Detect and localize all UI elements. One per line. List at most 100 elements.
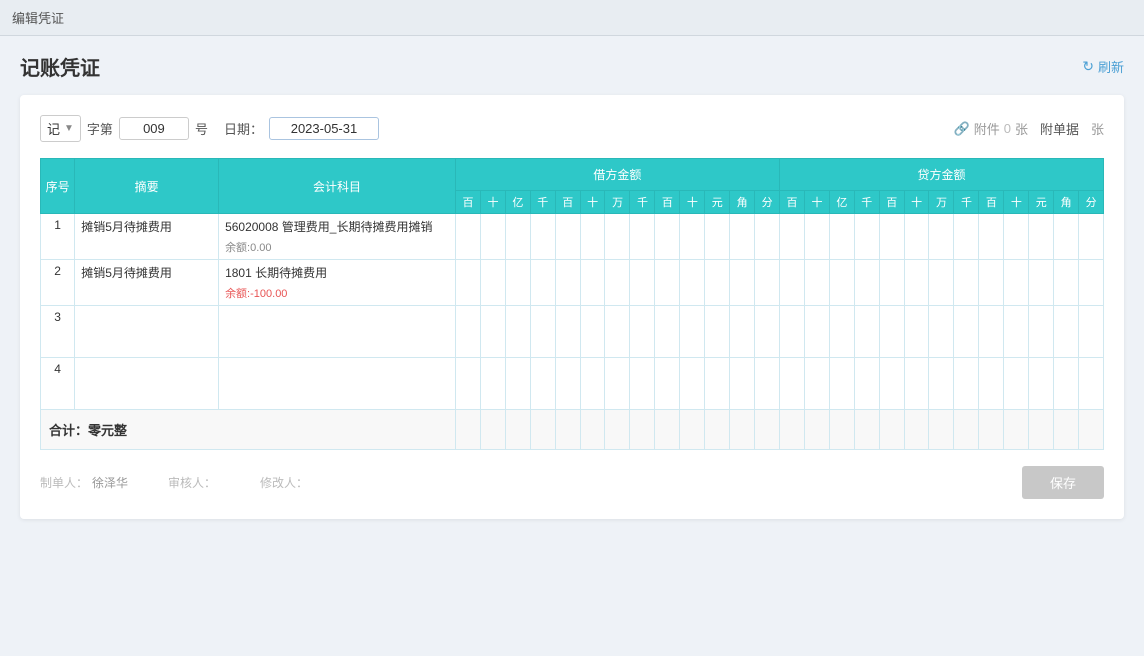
credit-digit-cell[interactable] xyxy=(1004,358,1029,410)
debit-digit-cell[interactable] xyxy=(555,260,580,306)
debit-digit-cell[interactable] xyxy=(680,358,705,410)
summary-cell[interactable] xyxy=(75,306,219,358)
debit-digit-cell[interactable] xyxy=(455,260,480,306)
debit-digit-cell[interactable] xyxy=(605,358,630,410)
debit-digit-cell[interactable] xyxy=(580,214,605,260)
credit-digit-cell[interactable] xyxy=(1054,260,1079,306)
credit-digit-cell[interactable] xyxy=(954,358,979,410)
debit-digit-cell[interactable] xyxy=(480,306,505,358)
credit-digit-cell[interactable] xyxy=(954,214,979,260)
debit-digit-cell[interactable] xyxy=(730,260,755,306)
attachment-link[interactable]: 🔗 附件 0 张 xyxy=(954,119,1028,138)
debit-digit-cell[interactable] xyxy=(754,306,779,358)
voucher-number-input[interactable] xyxy=(119,117,189,140)
credit-digit-cell[interactable] xyxy=(879,306,904,358)
debit-digit-cell[interactable] xyxy=(705,260,730,306)
debit-digit-cell[interactable] xyxy=(605,260,630,306)
voucher-type-select[interactable]: 记 ▼ xyxy=(40,115,81,142)
debit-digit-cell[interactable] xyxy=(605,214,630,260)
credit-digit-cell[interactable] xyxy=(1029,358,1054,410)
refresh-button[interactable]: ↻ 刷新 xyxy=(1082,57,1124,76)
credit-digit-cell[interactable] xyxy=(804,214,829,260)
debit-digit-cell[interactable] xyxy=(655,260,680,306)
credit-digit-cell[interactable] xyxy=(879,260,904,306)
credit-digit-cell[interactable] xyxy=(979,358,1004,410)
credit-digit-cell[interactable] xyxy=(854,214,879,260)
debit-digit-cell[interactable] xyxy=(705,306,730,358)
credit-digit-cell[interactable] xyxy=(929,358,954,410)
debit-digit-cell[interactable] xyxy=(605,306,630,358)
debit-digit-cell[interactable] xyxy=(754,358,779,410)
debit-digit-cell[interactable] xyxy=(480,358,505,410)
debit-digit-cell[interactable] xyxy=(730,306,755,358)
credit-digit-cell[interactable] xyxy=(879,214,904,260)
debit-digit-cell[interactable] xyxy=(555,214,580,260)
credit-digit-cell[interactable] xyxy=(904,260,929,306)
credit-digit-cell[interactable] xyxy=(979,260,1004,306)
credit-digit-cell[interactable] xyxy=(1004,214,1029,260)
credit-digit-cell[interactable] xyxy=(1078,306,1103,358)
debit-digit-cell[interactable] xyxy=(655,214,680,260)
debit-digit-cell[interactable] xyxy=(580,306,605,358)
debit-digit-cell[interactable] xyxy=(754,214,779,260)
credit-digit-cell[interactable] xyxy=(1078,358,1103,410)
debit-digit-cell[interactable] xyxy=(455,358,480,410)
credit-digit-cell[interactable] xyxy=(1004,306,1029,358)
credit-digit-cell[interactable] xyxy=(779,260,804,306)
credit-digit-cell[interactable] xyxy=(1004,260,1029,306)
account-cell[interactable]: 56020008 管理费用_长期待摊费用摊销余额:0.00 xyxy=(219,214,456,260)
credit-digit-cell[interactable] xyxy=(1029,306,1054,358)
debit-digit-cell[interactable] xyxy=(505,306,530,358)
debit-digit-cell[interactable] xyxy=(630,306,655,358)
debit-digit-cell[interactable] xyxy=(480,260,505,306)
credit-digit-cell[interactable] xyxy=(904,358,929,410)
credit-digit-cell[interactable] xyxy=(804,306,829,358)
summary-cell[interactable]: 摊销5月待摊费用 xyxy=(75,214,219,260)
credit-digit-cell[interactable] xyxy=(1029,260,1054,306)
credit-digit-cell[interactable] xyxy=(1078,214,1103,260)
credit-digit-cell[interactable] xyxy=(804,260,829,306)
debit-digit-cell[interactable] xyxy=(680,214,705,260)
debit-digit-cell[interactable] xyxy=(730,214,755,260)
credit-digit-cell[interactable] xyxy=(779,214,804,260)
debit-digit-cell[interactable] xyxy=(630,214,655,260)
debit-digit-cell[interactable] xyxy=(505,214,530,260)
debit-digit-cell[interactable] xyxy=(705,214,730,260)
debit-digit-cell[interactable] xyxy=(505,358,530,410)
summary-cell[interactable] xyxy=(75,358,219,410)
credit-digit-cell[interactable] xyxy=(929,260,954,306)
credit-digit-cell[interactable] xyxy=(904,306,929,358)
credit-digit-cell[interactable] xyxy=(829,306,854,358)
account-cell[interactable] xyxy=(219,306,456,358)
account-cell[interactable] xyxy=(219,358,456,410)
debit-digit-cell[interactable] xyxy=(754,260,779,306)
save-button[interactable]: 保存 xyxy=(1022,466,1104,499)
credit-digit-cell[interactable] xyxy=(904,214,929,260)
debit-digit-cell[interactable] xyxy=(705,358,730,410)
debit-digit-cell[interactable] xyxy=(530,214,555,260)
fudanju-button[interactable]: 附单据 xyxy=(1040,119,1079,138)
credit-digit-cell[interactable] xyxy=(829,260,854,306)
debit-digit-cell[interactable] xyxy=(630,260,655,306)
debit-digit-cell[interactable] xyxy=(505,260,530,306)
debit-digit-cell[interactable] xyxy=(655,306,680,358)
credit-digit-cell[interactable] xyxy=(779,306,804,358)
credit-digit-cell[interactable] xyxy=(854,260,879,306)
debit-digit-cell[interactable] xyxy=(555,306,580,358)
debit-digit-cell[interactable] xyxy=(455,214,480,260)
debit-digit-cell[interactable] xyxy=(730,358,755,410)
debit-digit-cell[interactable] xyxy=(680,306,705,358)
credit-digit-cell[interactable] xyxy=(804,358,829,410)
credit-digit-cell[interactable] xyxy=(854,306,879,358)
credit-digit-cell[interactable] xyxy=(954,306,979,358)
debit-digit-cell[interactable] xyxy=(480,214,505,260)
debit-digit-cell[interactable] xyxy=(530,306,555,358)
debit-digit-cell[interactable] xyxy=(555,358,580,410)
credit-digit-cell[interactable] xyxy=(929,214,954,260)
debit-digit-cell[interactable] xyxy=(580,260,605,306)
debit-digit-cell[interactable] xyxy=(530,358,555,410)
credit-digit-cell[interactable] xyxy=(929,306,954,358)
debit-digit-cell[interactable] xyxy=(455,306,480,358)
debit-digit-cell[interactable] xyxy=(580,358,605,410)
credit-digit-cell[interactable] xyxy=(1054,358,1079,410)
